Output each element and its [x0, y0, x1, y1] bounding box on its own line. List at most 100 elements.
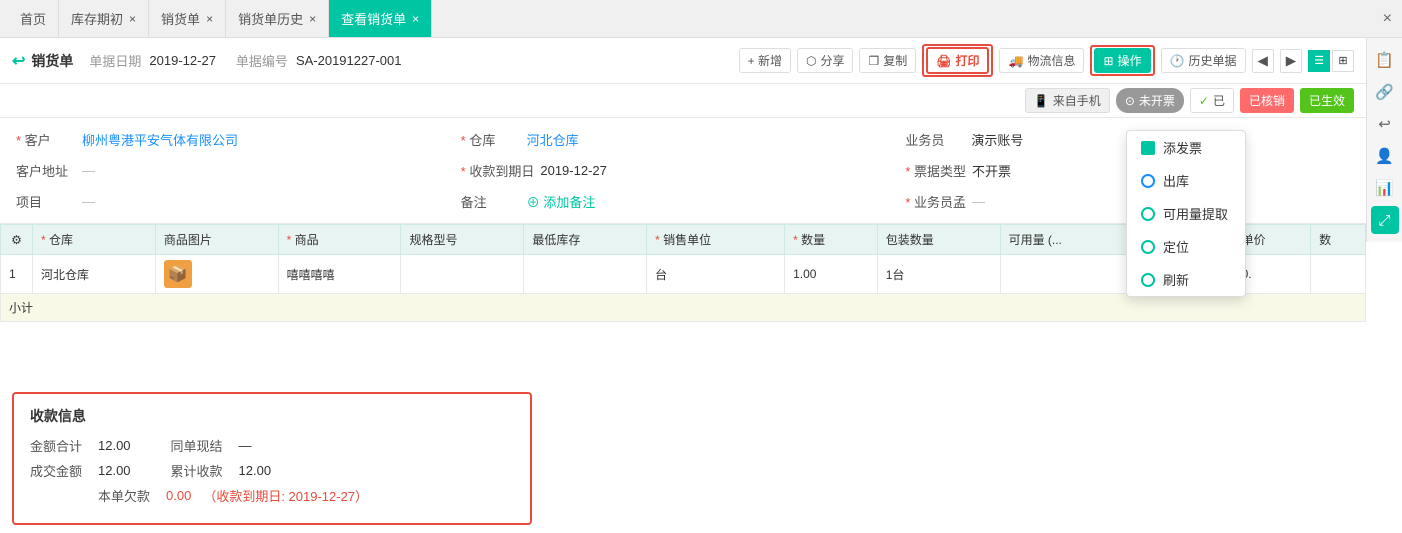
outbound-item[interactable]: 出库 [1127, 164, 1245, 197]
from-phone-button[interactable]: 📱 来自手机 [1025, 88, 1110, 113]
logistics-button[interactable]: 🚚 物流信息 [999, 48, 1084, 73]
spec-col-header: 规格型号 [401, 225, 524, 255]
available-qty-icon [1141, 207, 1155, 221]
same-order-field: 同单现结 — [171, 436, 252, 455]
arrears-note: （收款到期日: 2019-12-27） [203, 486, 368, 505]
print-button[interactable]: 🖨 打印 [926, 47, 989, 74]
tab-sales-order[interactable]: 销货单 × [149, 0, 226, 37]
doc-title: ↩ 销货单 [12, 51, 73, 71]
toolbar-row: 📱 来自手机 ⊙ 未开票 ✓ 已 已核销 已生效 [0, 84, 1366, 118]
check-button[interactable]: ✓ 已 [1190, 88, 1234, 113]
new-button[interactable]: + 新增 [739, 48, 791, 73]
amount-col-header: 数 [1311, 225, 1366, 255]
arrears-field: 本单欠款 0.00 （收款到期日: 2019-12-27） [98, 486, 368, 505]
total-amount-field: 金额合计 12.00 [30, 436, 131, 455]
doc-meta: 单据日期 2019-12-27 单据编号 SA-20191227-001 [89, 51, 401, 70]
sidebar-back-button[interactable]: ↩ [1371, 110, 1399, 138]
close-tab-sales[interactable]: × [206, 12, 213, 26]
history-icon: 🕐 [1170, 54, 1185, 68]
refresh-icon [1141, 273, 1155, 287]
grid-view-button[interactable]: ⊞ [1332, 50, 1354, 72]
tab-bar: 首页 库存期初 × 销货单 × 销货单历史 × 查看销货单 × × [0, 0, 1402, 38]
row-product: 嘻嘻嘻嘻 [278, 255, 401, 294]
row-available [1000, 255, 1133, 294]
row-image: 📦 [155, 255, 278, 294]
prev-record-button[interactable]: ◀ [1252, 49, 1274, 73]
payment-title: 收款信息 [30, 406, 514, 426]
tab-inventory-initial[interactable]: 库存期初 × [59, 0, 149, 37]
min-stock-col-header: 最低库存 [524, 225, 647, 255]
history-button[interactable]: 🕐 历史单据 [1161, 48, 1246, 73]
image-col-header: 商品图片 [155, 225, 278, 255]
doc-header-actions: + 新增 ⬡ 分享 ❐ 复制 🖨 打印 🚚 物流信息 [739, 44, 1354, 77]
warehouse-field: 仓库 河北仓库 [461, 128, 906, 151]
row-quantity: 1.00 [785, 255, 878, 294]
address-field: 客户地址 — [16, 161, 461, 180]
copy-button[interactable]: ❐ 复制 [859, 48, 916, 73]
check-icon: ✓ [1199, 94, 1209, 108]
subtotal-label: 小计 [1, 294, 1366, 322]
sidebar-chart-button[interactable]: 📊 [1371, 174, 1399, 202]
unit-col-header: 销售单位 [647, 225, 785, 255]
cancelled-button[interactable]: 已核销 [1240, 88, 1294, 113]
copy-icon: ❐ [868, 54, 879, 68]
logistics-icon: 🚚 [1008, 54, 1023, 68]
close-tab-history[interactable]: × [309, 12, 316, 26]
tab-view-sales-order[interactable]: 查看销货单 × [329, 0, 432, 37]
phone-icon: 📱 [1034, 94, 1049, 108]
payment-row-2: 成交金额 12.00 累计收款 12.00 [30, 461, 514, 480]
payment-row-1: 金额合计 12.00 同单现结 — [30, 436, 514, 455]
tab-home[interactable]: 首页 [8, 0, 59, 37]
not-open-button[interactable]: ⊙ 未开票 [1116, 88, 1184, 113]
customer-field: 客户 柳州粤港平安气体有限公司 [16, 128, 461, 151]
tab-sales-history[interactable]: 销货单历史 × [226, 0, 329, 37]
effective-button[interactable]: 已生效 [1300, 88, 1354, 113]
row-warehouse: 河北仓库 [33, 255, 156, 294]
available-qty-item[interactable]: 可用量提取 [1127, 197, 1245, 230]
sidebar-link-button[interactable]: 🔗 [1371, 78, 1399, 106]
available-col-header: 可用量 (... [1000, 225, 1133, 255]
note-field: 备注 ⊕ 添加备注 [461, 190, 906, 213]
right-sidebar: 📋 🔗 ↩ 👤 📊 ⤢ [1366, 38, 1402, 242]
close-tab-inventory[interactable]: × [129, 12, 136, 26]
row-unit: 台 [647, 255, 785, 294]
quantity-col-header: 数量 [785, 225, 878, 255]
sidebar-notes-button[interactable]: 📋 [1371, 46, 1399, 74]
print-icon: 🖨 [936, 54, 951, 68]
row-pack-qty: 1台 [877, 255, 1000, 294]
list-view-button[interactable]: ☰ [1308, 50, 1330, 72]
share-button[interactable]: ⬡ 分享 [797, 48, 854, 73]
payment-date-field: 收款到期日 2019-12-27 [461, 161, 906, 180]
row-amount [1311, 255, 1366, 294]
print-button-highlight: 🖨 打印 [922, 44, 993, 77]
row-min-stock [524, 255, 647, 294]
close-tab-view[interactable]: × [412, 12, 419, 26]
row-index: 1 [1, 255, 33, 294]
operations-dropdown: 添发票 出库 可用量提取 定位 刷新 [1126, 130, 1246, 297]
locate-item[interactable]: 定位 [1127, 230, 1245, 263]
next-record-button[interactable]: ▶ [1280, 49, 1302, 73]
operations-icon: ⊞ [1103, 54, 1113, 68]
operations-button[interactable]: ⊞ 操作 [1094, 48, 1150, 73]
add-note-button[interactable]: ⊕ 添加备注 [521, 190, 641, 213]
add-invoice-icon [1141, 141, 1155, 155]
locate-icon [1141, 240, 1155, 254]
product-image: 📦 [164, 260, 192, 288]
project-field: 项目 — [16, 192, 461, 211]
settings-col-header[interactable]: ⚙ [1, 225, 33, 255]
sidebar-user-button[interactable]: 👤 [1371, 142, 1399, 170]
add-invoice-item[interactable]: 添发票 [1127, 131, 1245, 164]
close-all-tabs[interactable]: × [1383, 10, 1392, 28]
plus-icon: ⊕ [527, 195, 540, 210]
share-icon: ⬡ [806, 54, 816, 68]
payment-info-box: 收款信息 金额合计 12.00 同单现结 — 成交金额 12.00 累计收款 [12, 392, 532, 525]
subtotal-row: 小计 [1, 294, 1366, 322]
pack-qty-col-header: 包装数量 [877, 225, 1000, 255]
doc-header: ↩ 销货单 单据日期 2019-12-27 单据编号 SA-20191227-0… [0, 38, 1366, 84]
sidebar-expand-button[interactable]: ⤢ [1371, 206, 1399, 234]
operations-button-highlight: ⊞ 操作 [1090, 45, 1154, 76]
product-col-header: 商品 [278, 225, 401, 255]
transaction-amount-field: 成交金额 12.00 [30, 461, 131, 480]
doc-icon: ↩ [12, 51, 25, 71]
refresh-item[interactable]: 刷新 [1127, 263, 1245, 296]
